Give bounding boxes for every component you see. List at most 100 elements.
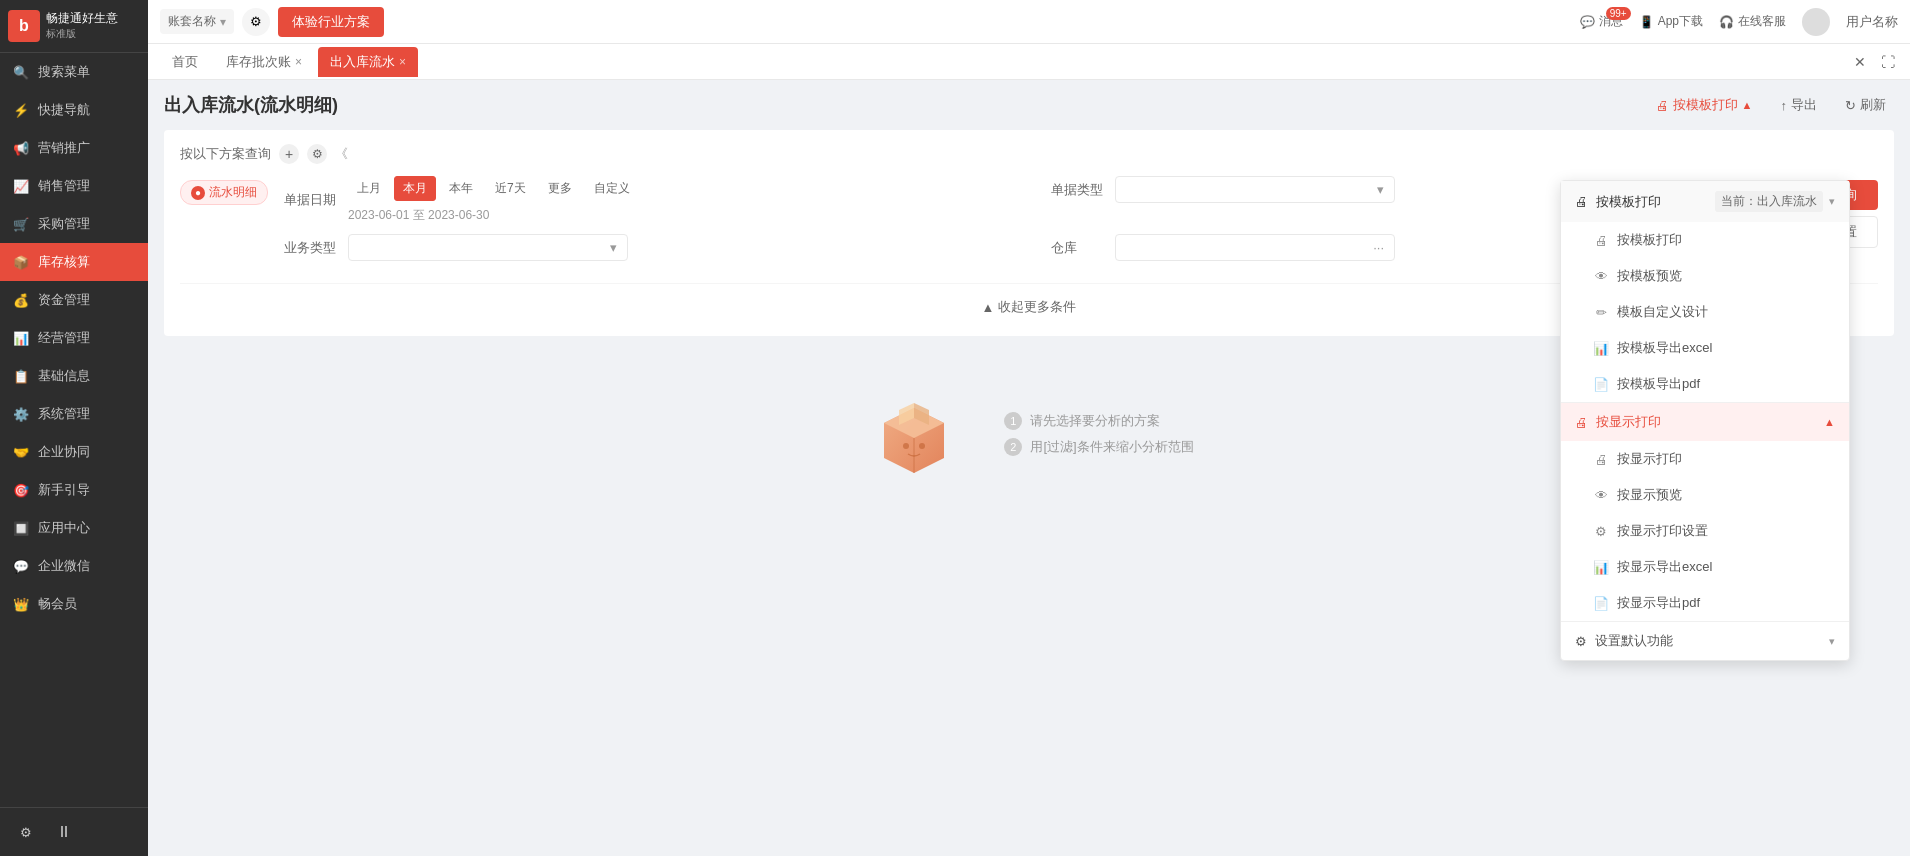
message-icon: 💬 [1580, 15, 1595, 29]
top-bar: 账套名称 ▾ ⚙ 体验行业方案 💬 消息 99+ 📱 App下载 🎧 [148, 0, 1910, 44]
sidebar-icon-member: 👑 [12, 595, 30, 613]
user-avatar[interactable] [1802, 8, 1830, 36]
display-excel-label: 按显示导出excel [1617, 558, 1712, 576]
date-btn-7days[interactable]: 近7天 [486, 176, 535, 201]
export-button[interactable]: ↑ 导出 [1773, 92, 1826, 118]
date-options: 上月 本月 本年 近7天 更多 自定义 [348, 176, 639, 201]
sidebar-item-inventory[interactable]: 📦 库存核算 [0, 243, 148, 281]
dropdown-item-display-print[interactable]: 🖨 按显示打印 [1561, 441, 1849, 477]
sidebar-item-cooperation[interactable]: 🤝 企业协同 [0, 433, 148, 471]
filter-warehouse-label: 仓库 [1051, 239, 1107, 257]
tab-batch-ledger[interactable]: 库存批次账 × [214, 47, 314, 77]
filter-business-type-select[interactable]: ▾ [348, 234, 628, 261]
dropdown-item-template-preview[interactable]: 👁 按模板预览 [1561, 258, 1849, 294]
topbar-settings-icon[interactable]: ⚙ [242, 8, 270, 36]
chevron-up-icon: ▲ [1742, 99, 1753, 111]
sidebar-toggle-icon[interactable]: ⏸ [56, 823, 72, 841]
tab-close-all-icon[interactable]: ✕ [1850, 52, 1870, 72]
dropdown-item-template-print[interactable]: 🖨 按模板打印 [1561, 222, 1849, 258]
business-type-arrow-icon: ▾ [610, 240, 617, 255]
sidebar-label-quicknav: 快捷导航 [38, 101, 90, 119]
tab-maximize-icon[interactable]: ⛶ [1878, 52, 1898, 72]
sidebar-item-sales[interactable]: 📈 销售管理 [0, 167, 148, 205]
chevron-up-icon: ▲ [982, 300, 995, 315]
date-btn-last-month[interactable]: 上月 [348, 176, 390, 201]
sidebar-scroll[interactable]: 🔍 搜索菜单 ⚡ 快捷导航 📢 营销推广 📈 销售管理 🛒 采购管理 📦 库存核… [0, 53, 148, 807]
message-button[interactable]: 💬 消息 99+ [1580, 13, 1623, 30]
app-download-button[interactable]: 📱 App下载 [1639, 13, 1703, 30]
sidebar-item-search[interactable]: 🔍 搜索菜单 [0, 53, 148, 91]
template-print-header-label: 按模板打印 [1596, 193, 1661, 211]
tab-warehouse-flow-close[interactable]: × [399, 55, 406, 69]
customer-service-button[interactable]: 🎧 在线客服 [1719, 13, 1786, 30]
display-section-chevron-icon: ▲ [1824, 416, 1835, 428]
empty-tip-2-text: 用[过滤]条件来缩小分析范围 [1030, 438, 1193, 456]
sidebar-icon-search: 🔍 [12, 63, 30, 81]
voucher-type-arrow-icon: ▾ [1377, 182, 1384, 197]
date-btn-this-year[interactable]: 本年 [440, 176, 482, 201]
date-btn-more[interactable]: 更多 [539, 176, 581, 201]
sidebar-icon-wechat: 💬 [12, 557, 30, 575]
filter-settings-button[interactable]: ⚙ [307, 144, 327, 164]
default-settings-icon: ⚙ [1575, 634, 1587, 649]
app-logo: b [8, 10, 40, 42]
tab-batch-ledger-close[interactable]: × [295, 55, 302, 69]
user-display-text: 账套名称 [168, 13, 216, 30]
svg-point-5 [903, 443, 909, 449]
refresh-button[interactable]: ↻ 刷新 [1837, 92, 1894, 118]
dropdown-item-template-design[interactable]: ✏ 模板自定义设计 [1561, 294, 1849, 330]
tab-home[interactable]: 首页 [160, 47, 210, 77]
empty-tip-1-text: 请先选择要分析的方案 [1030, 412, 1160, 430]
user-display[interactable]: 账套名称 ▾ [160, 9, 234, 34]
sidebar-label-member: 畅会员 [38, 595, 77, 613]
preview-icon: 👁 [1593, 268, 1609, 284]
filter-warehouse-select[interactable]: ··· [1115, 234, 1395, 261]
dropdown-item-display-excel[interactable]: 📊 按显示导出excel [1561, 549, 1849, 585]
collapse-button[interactable]: ▲ 收起更多条件 [970, 292, 1089, 322]
filter-header-label: 按以下方案查询 [180, 145, 271, 163]
sidebar-label-system: 系统管理 [38, 405, 90, 423]
template-print-items: 🖨 按模板打印 👁 按模板预览 ✏ 模板自定义设计 📊 [1561, 222, 1849, 402]
filter-collapse-icon[interactable]: 《 [335, 145, 348, 163]
trial-button[interactable]: 体验行业方案 [278, 7, 384, 37]
sidebar-item-basic[interactable]: 📋 基础信息 [0, 357, 148, 395]
dropdown-item-display-preview[interactable]: 👁 按显示预览 [1561, 477, 1849, 513]
app-version: 标准版 [46, 27, 118, 41]
filter-voucher-type-select[interactable]: ▾ [1115, 176, 1395, 203]
sidebar-icon-quicknav: ⚡ [12, 101, 30, 119]
sidebar-item-guide[interactable]: 🎯 新手引导 [0, 471, 148, 509]
dropdown-item-display-pdf[interactable]: 📄 按显示导出pdf [1561, 585, 1849, 621]
sidebar-item-operations[interactable]: 📊 经营管理 [0, 319, 148, 357]
date-btn-custom[interactable]: 自定义 [585, 176, 639, 201]
design-icon: ✏ [1593, 304, 1609, 320]
dropdown-item-template-excel[interactable]: 📊 按模板导出excel [1561, 330, 1849, 366]
sidebar-item-quicknav[interactable]: ⚡ 快捷导航 [0, 91, 148, 129]
sidebar-label-wechat: 企业微信 [38, 557, 90, 575]
filter-tag[interactable]: ● 流水明细 [180, 180, 268, 205]
dropdown-item-template-pdf[interactable]: 📄 按模板导出pdf [1561, 366, 1849, 402]
sidebar-item-purchase[interactable]: 🛒 采购管理 [0, 205, 148, 243]
tab-warehouse-flow[interactable]: 出入库流水 × [318, 47, 418, 77]
page-title: 出入库流水(流水明细) [164, 93, 338, 117]
sidebar-item-apps[interactable]: 🔲 应用中心 [0, 509, 148, 547]
sidebar-settings-icon[interactable]: ⚙ [12, 818, 40, 846]
sidebar-item-marketing[interactable]: 📢 营销推广 [0, 129, 148, 167]
display-print-header[interactable]: 🖨 按显示打印 ▲ [1561, 403, 1849, 441]
display-print-settings-label: 按显示打印设置 [1617, 522, 1708, 540]
template-print-header[interactable]: 🖨 按模板打印 当前：出入库流水 ▾ [1561, 181, 1849, 222]
template-preview-label: 按模板预览 [1617, 267, 1682, 285]
filter-add-button[interactable]: + [279, 144, 299, 164]
print-template-button[interactable]: 🖨 按模板打印 ▲ [1648, 92, 1761, 118]
display-print-label: 按显示打印 [1617, 450, 1682, 468]
app-download-icon: 📱 [1639, 15, 1654, 29]
dropdown-item-display-print-settings[interactable]: ⚙ 按显示打印设置 [1561, 513, 1849, 549]
sidebar-item-system[interactable]: ⚙️ 系统管理 [0, 395, 148, 433]
tab-warehouse-flow-label: 出入库流水 [330, 53, 395, 71]
sidebar-item-member[interactable]: 👑 畅会员 [0, 585, 148, 623]
date-btn-this-month[interactable]: 本月 [394, 176, 436, 201]
sidebar-item-finance[interactable]: 💰 资金管理 [0, 281, 148, 319]
sidebar-item-wechat[interactable]: 💬 企业微信 [0, 547, 148, 585]
dropdown-footer[interactable]: ⚙ 设置默认功能 ▾ [1561, 622, 1849, 660]
collapse-label: 收起更多条件 [998, 298, 1076, 316]
sidebar-footer: ⚙ ⏸ [0, 807, 148, 856]
